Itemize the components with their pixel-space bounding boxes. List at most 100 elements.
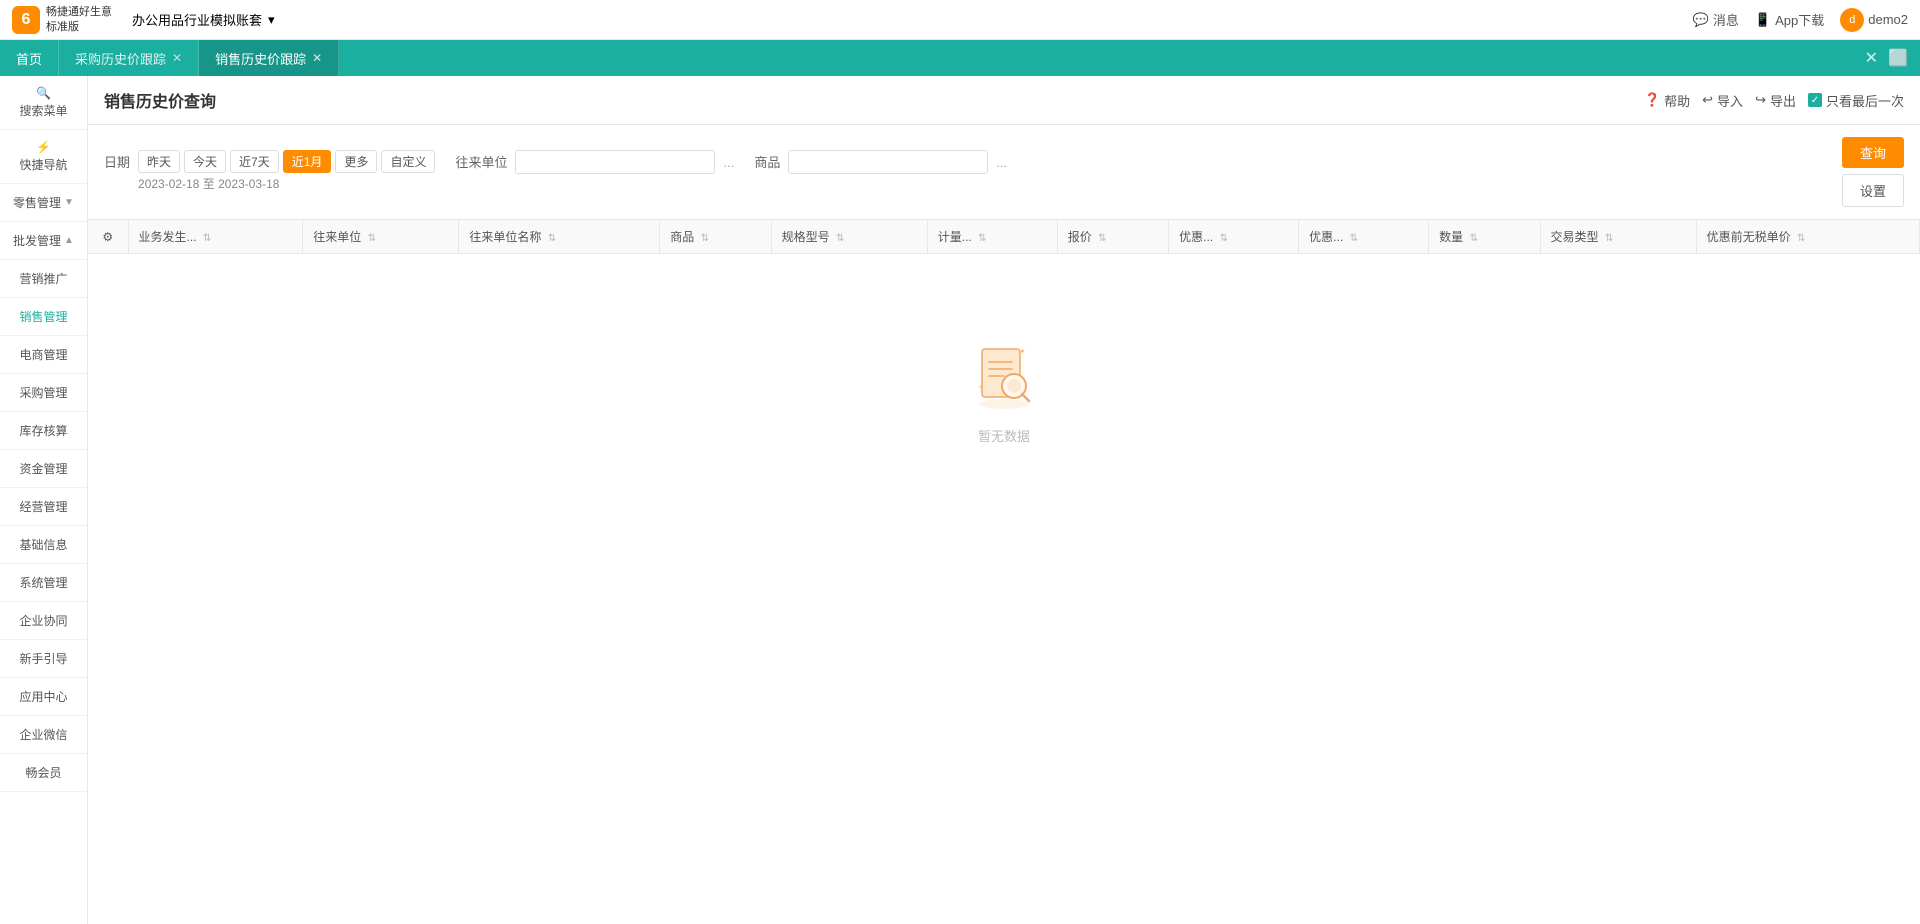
tab-sales[interactable]: 销售历史价跟踪 ✕ <box>199 40 339 76</box>
settings-button[interactable]: 设置 <box>1842 174 1904 207</box>
sidebar-item-inventory[interactable]: 库存核算 <box>0 412 87 450</box>
date-btn-custom[interactable]: 自定义 <box>381 150 435 173</box>
product-input[interactable] <box>788 150 988 174</box>
partner-picker-icon[interactable]: ... <box>723 155 734 170</box>
sidebar-item-guide[interactable]: 新手引导 <box>0 640 87 678</box>
empty-text: 暂无数据 <box>978 426 1030 445</box>
main-layout: 🔍 搜索菜单 ⚡ 快捷导航 零售管理 ▼ 批发管理 ▲ 营销推广 销售管理 电商… <box>0 76 1920 924</box>
col-unit[interactable]: 计量... ⇅ <box>927 220 1057 254</box>
tab-bar: 首页 采购历史价跟踪 ✕ 销售历史价跟踪 ✕ ✕ ⬜ <box>0 40 1920 76</box>
tab-home[interactable]: 首页 <box>0 40 59 76</box>
col-spec[interactable]: 规格型号 ⇅ <box>771 220 927 254</box>
sidebar-item-wechat[interactable]: 企业微信 <box>0 716 87 754</box>
date-filter-buttons: 昨天 今天 近7天 近1月 更多 自定义 <box>138 150 435 173</box>
sidebar-item-apps[interactable]: 应用中心 <box>0 678 87 716</box>
col-quote[interactable]: 报价 ⇅ <box>1057 220 1168 254</box>
message-button[interactable]: 💬 消息 <box>1693 10 1739 29</box>
sort-icon: ⇅ <box>1605 233 1613 244</box>
sidebar: 🔍 搜索菜单 ⚡ 快捷导航 零售管理 ▼ 批发管理 ▲ 营销推广 销售管理 电商… <box>0 76 88 924</box>
sort-icon: ⇅ <box>1220 233 1228 244</box>
shortcuts-icon: ⚡ <box>36 140 51 154</box>
logo-text: 畅捷通好生意 标准版 <box>46 5 112 34</box>
sidebar-item-wholesale[interactable]: 批发管理 ▲ <box>0 222 87 260</box>
sidebar-item-ecommerce[interactable]: 电商管理 <box>0 336 87 374</box>
page-header-actions: ❓ 帮助 ↩ 导入 ↪ 导出 只看最后一次 <box>1644 91 1904 110</box>
sort-icon: ⇅ <box>1350 233 1358 244</box>
import-button[interactable]: ↩ 导入 <box>1702 91 1743 110</box>
filter-area: 日期 昨天 今天 近7天 近1月 更多 自定义 2023-02-18 至 202… <box>88 125 1920 220</box>
export-button[interactable]: ↪ 导出 <box>1755 91 1796 110</box>
table-wrapper: ⚙ 业务发生... ⇅ 往来单位 ⇅ 往来单位名称 ⇅ <box>88 220 1920 924</box>
user-menu[interactable]: d demo2 <box>1840 8 1908 32</box>
top-bar: 6 畅捷通好生意 标准版 办公用品行业模拟账套 ▾ 💬 消息 📱 App下载 d… <box>0 0 1920 40</box>
sidebar-item-shortcuts[interactable]: ⚡ 快捷导航 <box>0 130 87 184</box>
partner-filter-group: 往来单位 ... <box>455 150 734 174</box>
sidebar-item-sales-mgmt[interactable]: 销售管理 <box>0 298 87 336</box>
chevron-up-icon: ▲ <box>64 235 74 246</box>
svg-text:✦: ✦ <box>1019 347 1026 356</box>
date-btn-today[interactable]: 今天 <box>184 150 226 173</box>
col-partner-name[interactable]: 往来单位名称 ⇅ <box>459 220 660 254</box>
search-icon: 🔍 <box>36 86 51 100</box>
content-area: 销售历史价查询 ❓ 帮助 ↩ 导入 ↪ 导出 只看最后一次 <box>88 76 1920 924</box>
product-input-group: ... <box>788 150 1007 174</box>
message-icon: 💬 <box>1693 12 1709 28</box>
import-icon: ↩ <box>1702 92 1713 108</box>
svg-text:✦: ✦ <box>978 384 983 391</box>
sidebar-item-basic[interactable]: 基础信息 <box>0 526 87 564</box>
sidebar-item-marketing[interactable]: 营销推广 <box>0 260 87 298</box>
data-table: ⚙ 业务发生... ⇅ 往来单位 ⇅ 往来单位名称 ⇅ <box>88 220 1920 254</box>
top-bar-left: 6 畅捷通好生意 标准版 <box>12 5 112 34</box>
date-filter-group: 日期 昨天 今天 近7天 近1月 更多 自定义 2023-02-18 至 202… <box>104 150 435 192</box>
tab-sales-close[interactable]: ✕ <box>312 51 322 65</box>
col-trade-type[interactable]: 交易类型 ⇅ <box>1540 220 1696 254</box>
col-discount1[interactable]: 优惠... ⇅ <box>1169 220 1299 254</box>
top-bar-right: 💬 消息 📱 App下载 d demo2 <box>1693 8 1908 32</box>
product-filter-label: 商品 <box>754 150 780 171</box>
date-btn-7days[interactable]: 近7天 <box>230 150 279 173</box>
col-biz-date[interactable]: 业务发生... ⇅ <box>128 220 303 254</box>
only-last-checkbox[interactable]: 只看最后一次 <box>1808 91 1904 110</box>
partner-input-group: ... <box>515 150 734 174</box>
sidebar-item-purchase-mgmt[interactable]: 采购管理 <box>0 374 87 412</box>
col-qty[interactable]: 数量 ⇅ <box>1429 220 1540 254</box>
product-picker-icon[interactable]: ... <box>996 155 1007 170</box>
chevron-down-icon: ▼ <box>64 197 74 208</box>
sort-icon: ⇅ <box>1470 233 1478 244</box>
sidebar-item-retail[interactable]: 零售管理 ▼ <box>0 184 87 222</box>
date-filter-label: 日期 <box>104 150 130 171</box>
help-button[interactable]: ❓ 帮助 <box>1644 91 1690 110</box>
phone-icon: 📱 <box>1755 12 1771 28</box>
col-partner-code[interactable]: 往来单位 ⇅ <box>303 220 459 254</box>
date-btn-1month[interactable]: 近1月 <box>283 150 332 173</box>
page-header: 销售历史价查询 ❓ 帮助 ↩ 导入 ↪ 导出 只看最后一次 <box>88 76 1920 125</box>
col-discount2[interactable]: 优惠... ⇅ <box>1299 220 1429 254</box>
tab-purchase-close[interactable]: ✕ <box>172 51 182 65</box>
query-button[interactable]: 查询 <box>1842 137 1904 168</box>
sidebar-item-system[interactable]: 系统管理 <box>0 564 87 602</box>
date-btn-yesterday[interactable]: 昨天 <box>138 150 180 173</box>
empty-state: ✦ ✦ 暂无数据 <box>88 254 1920 525</box>
date-btn-more[interactable]: 更多 <box>335 150 377 173</box>
sidebar-item-finance[interactable]: 资金管理 <box>0 450 87 488</box>
col-settings[interactable]: ⚙ <box>88 220 128 254</box>
help-icon: ❓ <box>1644 92 1660 108</box>
sidebar-item-member[interactable]: 畅会员 <box>0 754 87 792</box>
workspace-selector[interactable]: 办公用品行业模拟账套 ▾ <box>132 10 1673 29</box>
sort-icon: ⇅ <box>1098 233 1106 244</box>
checkbox-icon <box>1808 93 1822 107</box>
maximize-icon[interactable]: ⬜ <box>1888 48 1908 68</box>
col-product[interactable]: 商品 ⇅ <box>660 220 771 254</box>
sidebar-item-operations[interactable]: 经营管理 <box>0 488 87 526</box>
sort-icon: ⇅ <box>548 233 556 244</box>
sort-icon: ⇅ <box>368 233 376 244</box>
sidebar-item-search[interactable]: 🔍 搜索菜单 <box>0 76 87 130</box>
tab-purchase[interactable]: 采购历史价跟踪 ✕ <box>59 40 199 76</box>
app-download-button[interactable]: 📱 App下载 <box>1755 10 1824 29</box>
col-pretax-price[interactable]: 优惠前无税单价 ⇅ <box>1696 220 1919 254</box>
logo-icon: 6 <box>12 6 40 34</box>
partner-input[interactable] <box>515 150 715 174</box>
close-all-tabs-icon[interactable]: ✕ <box>1865 48 1878 68</box>
sidebar-item-enterprise[interactable]: 企业协同 <box>0 602 87 640</box>
empty-illustration: ✦ ✦ <box>964 334 1044 414</box>
